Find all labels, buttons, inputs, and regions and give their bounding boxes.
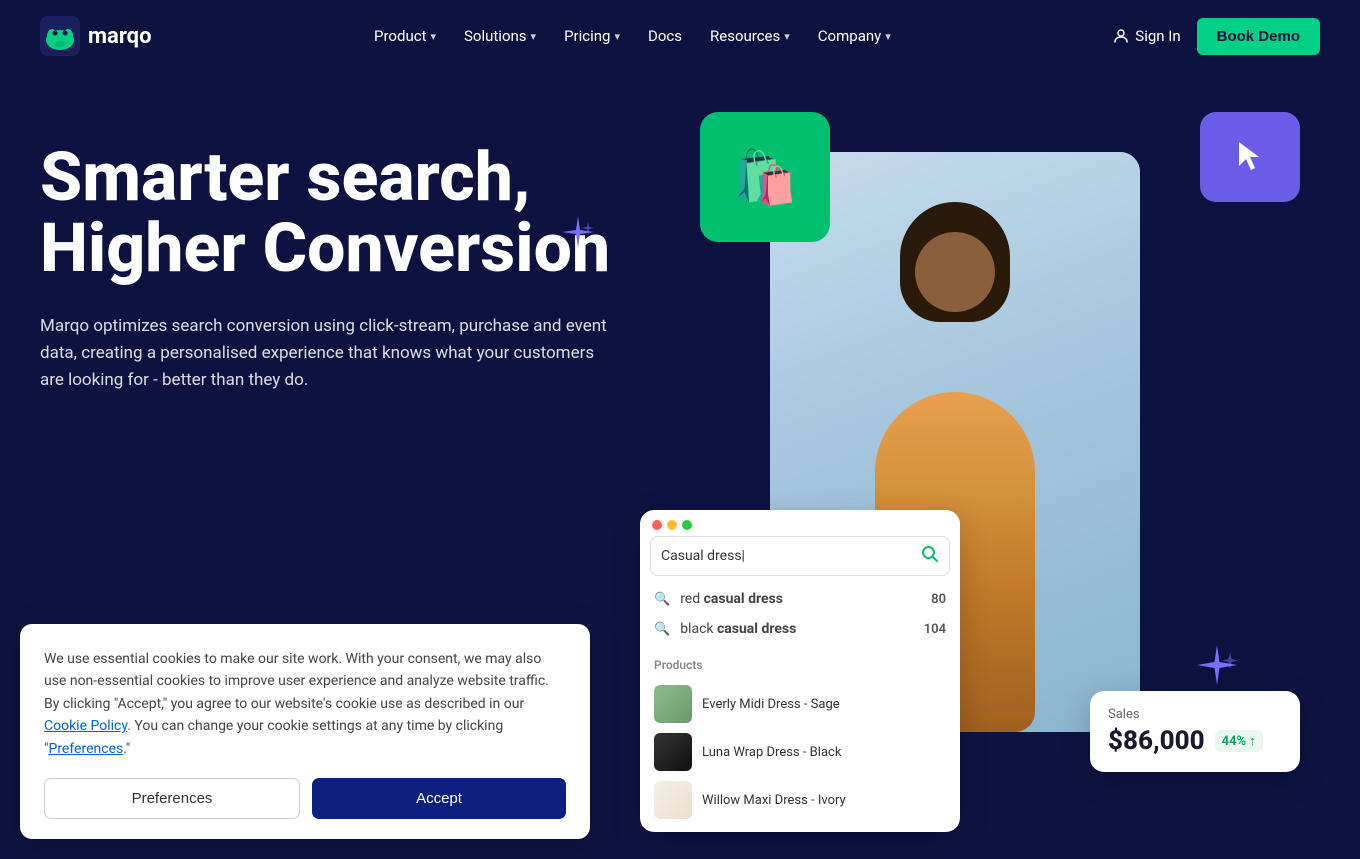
suggestion-label-1: red casual dress (680, 591, 921, 607)
search-suggestion-icon-2: 🔍 (654, 622, 670, 637)
nav-resources[interactable]: Resources ▾ (710, 27, 790, 45)
logo[interactable]: marqo (40, 16, 152, 56)
book-demo-button[interactable]: Book Demo (1197, 18, 1320, 55)
product-thumb-1 (654, 685, 692, 723)
cookie-text: We use essential cookies to make our sit… (44, 648, 566, 760)
logo-icon (40, 16, 80, 56)
dot-red (652, 520, 662, 530)
nav-docs[interactable]: Docs (648, 27, 682, 45)
user-icon (1113, 28, 1129, 44)
sparkle-small (1194, 642, 1240, 692)
sales-label: Sales (1108, 707, 1282, 722)
search-icon (921, 545, 939, 567)
sales-card: Sales $86,000 44% ↑ (1090, 691, 1300, 772)
product-row-2: Luna Wrap Dress - Black (654, 728, 946, 776)
nav-solutions[interactable]: Solutions ▾ (464, 27, 536, 45)
window-dots (640, 510, 960, 536)
shopping-bag-icon: 🛍️ (733, 147, 798, 208)
suggestion-count-1: 80 (931, 592, 946, 607)
logo-name: marqo (88, 24, 152, 49)
product-name-2: Luna Wrap Dress - Black (702, 745, 841, 760)
hero-subtitle: Marqo optimizes search conversion using … (40, 313, 620, 395)
nav-pricing[interactable]: Pricing ▾ (564, 27, 620, 45)
nav-right: Sign In Book Demo (1113, 18, 1320, 55)
navbar: marqo Product ▾ Solutions ▾ Pricing ▾ Do… (0, 0, 1360, 72)
sales-amount: $86,000 (1108, 726, 1205, 756)
sparkle-decoration (560, 192, 596, 263)
sales-amount-row: $86,000 44% ↑ (1108, 726, 1282, 756)
suggestion-label-2: black casual dress (680, 621, 914, 637)
hero-title: Smarter search, Higher Conversion (40, 142, 640, 285)
search-input-value: Casual dress| (661, 548, 913, 564)
nav-product[interactable]: Product ▾ (374, 27, 436, 45)
accept-button[interactable]: Accept (312, 778, 566, 819)
hero-illustration: 🛍️ (640, 112, 1320, 852)
preferences-button[interactable]: Preferences (44, 778, 300, 819)
product-thumb-3 (654, 781, 692, 819)
suggestion-count-2: 104 (924, 622, 946, 637)
products-section: Products Everly Midi Dress - Sage Luna W… (640, 652, 960, 832)
product-name-3: Willow Maxi Dress - Ivory (702, 793, 846, 808)
product-row-3: Willow Maxi Dress - Ivory (654, 776, 946, 824)
search-card: Casual dress| 🔍 red casual dress 80 🔍 bl… (640, 510, 960, 832)
cookie-banner: We use essential cookies to make our sit… (20, 624, 590, 839)
product-name-1: Everly Midi Dress - Sage (702, 697, 840, 712)
dot-green (682, 520, 692, 530)
suggestion-row-1: 🔍 red casual dress 80 (640, 584, 960, 614)
nav-company[interactable]: Company ▾ (818, 27, 891, 45)
suggestion-row-2: 🔍 black casual dress 104 (640, 614, 960, 644)
sales-badge: 44% ↑ (1215, 730, 1263, 752)
products-label: Products (654, 658, 946, 672)
cookie-buttons: Preferences Accept (44, 778, 566, 819)
nav-links: Product ▾ Solutions ▾ Pricing ▾ Docs Res… (374, 27, 891, 45)
search-suggestions: 🔍 red casual dress 80 🔍 black casual dre… (640, 584, 960, 652)
search-suggestion-icon-1: 🔍 (654, 592, 670, 607)
sign-in-button[interactable]: Sign In (1113, 27, 1180, 45)
product-thumb-2 (654, 733, 692, 771)
dot-yellow (667, 520, 677, 530)
search-input-area: Casual dress| (650, 536, 950, 576)
cookie-policy-link[interactable]: Cookie Policy (44, 718, 127, 734)
shopping-bag-card: 🛍️ (700, 112, 830, 242)
cursor-card (1200, 112, 1300, 202)
product-row-1: Everly Midi Dress - Sage (654, 680, 946, 728)
preferences-inline-link[interactable]: Preferences (48, 741, 123, 757)
cursor-icon (1229, 134, 1271, 180)
